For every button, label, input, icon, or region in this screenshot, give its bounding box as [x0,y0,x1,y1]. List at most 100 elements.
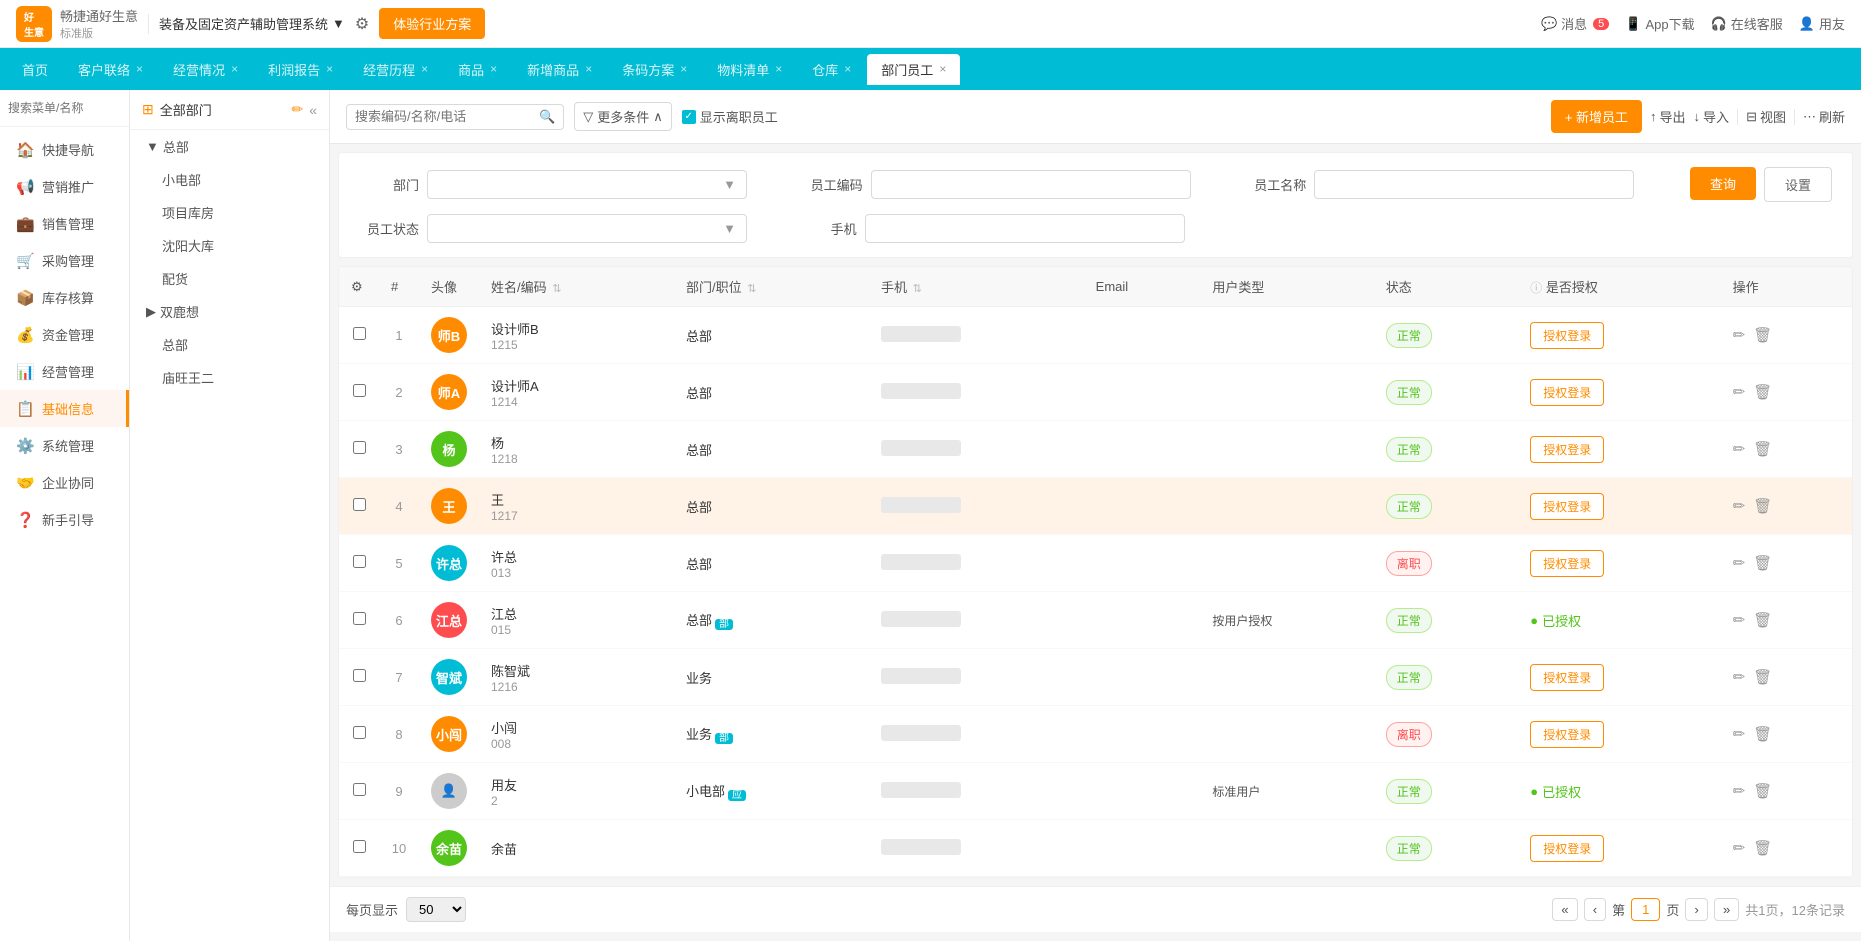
delete-icon[interactable]: 🗑 [1753,725,1772,743]
app-download-btn[interactable]: 📱 App下载 [1625,14,1694,33]
tab-barcode-close[interactable]: × [680,62,687,76]
prev-page-btn[interactable]: ‹ [1584,898,1606,921]
export-btn[interactable]: ↑ 导出 [1650,107,1686,126]
sort-phone-icon[interactable]: ⇅ [913,283,922,295]
tree-collapse-icon[interactable]: « [309,102,317,118]
tab-customer[interactable]: 客户联络 × [64,54,157,85]
th-dept[interactable]: 部门/职位 ⇅ [674,267,869,307]
row-checkbox[interactable] [353,498,366,511]
tab-bom-close[interactable]: × [775,62,782,76]
search-input[interactable] [355,109,535,124]
row-checkbox[interactable] [353,441,366,454]
delete-icon[interactable]: 🗑 [1753,668,1772,686]
sidebar-item-operation[interactable]: 📊 经营管理 [0,353,129,390]
tab-operation-close[interactable]: × [231,62,238,76]
delete-icon[interactable]: 🗑 [1753,440,1772,458]
tree-node-shenyang[interactable]: 沈阳大库 [130,229,329,262]
tab-dept-staff[interactable]: 部门员工 × [867,54,960,85]
th-settings[interactable]: ⚙ [339,267,379,307]
auth-btn[interactable]: 授权登录 [1530,379,1604,406]
import-btn[interactable]: ↓ 导入 [1694,107,1730,126]
edit-icon[interactable]: ✏ [1733,839,1746,857]
sidebar-item-quick-nav[interactable]: 🏠 快捷导航 [0,131,129,168]
auth-btn[interactable]: 授权登录 [1530,550,1604,577]
tree-node-miaowang[interactable]: 庙旺王二 [130,361,329,394]
tab-dept-staff-close[interactable]: × [939,62,946,76]
edit-icon[interactable]: ✏ [1733,611,1746,629]
sidebar-item-cooperation[interactable]: 🤝 企业协同 [0,464,129,501]
cell-checkbox[interactable] [339,307,379,364]
sidebar-search-input[interactable] [8,101,130,115]
row-checkbox[interactable] [353,669,366,682]
online-service-btn[interactable]: 🎧 在线客服 [1711,14,1783,33]
cell-checkbox[interactable] [339,364,379,421]
user-btn[interactable]: 👤 用友 [1799,14,1845,33]
sidebar-item-sales[interactable]: 💼 销售管理 [0,205,129,242]
filter-emp-status-select[interactable]: ▼ [427,214,747,243]
query-btn[interactable]: 查询 [1690,167,1756,200]
tree-node-project[interactable]: 项目库房 [130,196,329,229]
edit-icon[interactable]: ✏ [1733,440,1746,458]
tab-history[interactable]: 经营历程 × [349,54,442,85]
auth-btn[interactable]: 授权登录 [1530,664,1604,691]
sidebar-item-guide[interactable]: ❓ 新手引导 [0,501,129,538]
row-checkbox[interactable] [353,783,366,796]
cell-checkbox[interactable] [339,706,379,763]
row-checkbox[interactable] [353,384,366,397]
row-checkbox[interactable] [353,726,366,739]
row-checkbox[interactable] [353,612,366,625]
edit-icon[interactable]: ✏ [1733,326,1746,344]
auth-btn[interactable]: 授权登录 [1530,835,1604,862]
sort-name-icon[interactable]: ⇅ [552,283,561,295]
sidebar-item-system[interactable]: ⚙️ 系统管理 [0,427,129,464]
sidebar-item-purchase[interactable]: 🛒 采购管理 [0,242,129,279]
system-title-dropdown[interactable]: 装备及固定资产辅助管理系统 ▼ [159,14,345,33]
edit-icon[interactable]: ✏ [1733,725,1746,743]
auth-btn[interactable]: 授权登录 [1530,493,1604,520]
auth-btn[interactable]: 授权登录 [1530,436,1604,463]
cell-checkbox[interactable] [339,421,379,478]
tab-goods[interactable]: 商品 × [444,54,511,85]
view-btn[interactable]: ⊟ 视图 [1746,107,1786,126]
tab-bom[interactable]: 物料清单 × [703,54,796,85]
tree-node-shuanglu[interactable]: ▶ 双鹿想 [130,295,329,328]
row-checkbox[interactable] [353,840,366,853]
per-page-select[interactable]: 50 100 200 [406,897,466,922]
edit-icon[interactable]: ✏ [1733,782,1746,800]
cell-checkbox[interactable] [339,649,379,706]
message-btn[interactable]: 💬 消息 5 [1541,14,1609,33]
tab-profit[interactable]: 利润报告 × [254,54,347,85]
cell-checkbox[interactable] [339,763,379,820]
th-phone[interactable]: 手机 ⇅ [869,267,1084,307]
settings-icon[interactable]: ⚙ [355,14,369,34]
tab-goods-close[interactable]: × [490,62,497,76]
sidebar-item-finance[interactable]: 💰 资金管理 [0,316,129,353]
tab-customer-close[interactable]: × [136,62,143,76]
tab-new-goods-close[interactable]: × [585,62,592,76]
delete-icon[interactable]: 🗑 [1753,782,1772,800]
tree-node-zongbu2[interactable]: 总部 [130,328,329,361]
delete-icon[interactable]: 🗑 [1753,497,1772,515]
row-checkbox[interactable] [353,327,366,340]
cell-checkbox[interactable] [339,478,379,535]
delete-icon[interactable]: 🗑 [1753,839,1772,857]
col-settings-icon[interactable]: ⚙ [351,279,363,294]
delete-icon[interactable]: 🗑 [1753,383,1772,401]
show-resigned-checkbox[interactable]: ✓ 显示离职员工 [682,107,778,126]
search-input-wrapper[interactable]: 🔍 [346,104,564,130]
tab-barcode[interactable]: 条码方案 × [608,54,701,85]
tree-node-zongbu-root[interactable]: ▼ 总部 [130,130,329,163]
set-btn[interactable]: 设置 [1764,167,1832,202]
add-employee-btn[interactable]: + 新增员工 [1551,100,1642,133]
tab-history-close[interactable]: × [421,62,428,76]
th-name[interactable]: 姓名/编码 ⇅ [479,267,674,307]
tab-operation[interactable]: 经营情况 × [159,54,252,85]
filter-emp-name-input[interactable] [1314,170,1634,199]
sort-dept-icon[interactable]: ⇅ [747,283,756,295]
sidebar-item-basic-info[interactable]: 📋 基础信息 [0,390,129,427]
sidebar-item-marketing[interactable]: 📢 营销推广 [0,168,129,205]
tab-warehouse-close[interactable]: × [844,62,851,76]
tree-node-xiaodian[interactable]: 小电部 [130,163,329,196]
edit-icon[interactable]: ✏ [1733,554,1746,572]
filter-phone-input[interactable] [865,214,1185,243]
